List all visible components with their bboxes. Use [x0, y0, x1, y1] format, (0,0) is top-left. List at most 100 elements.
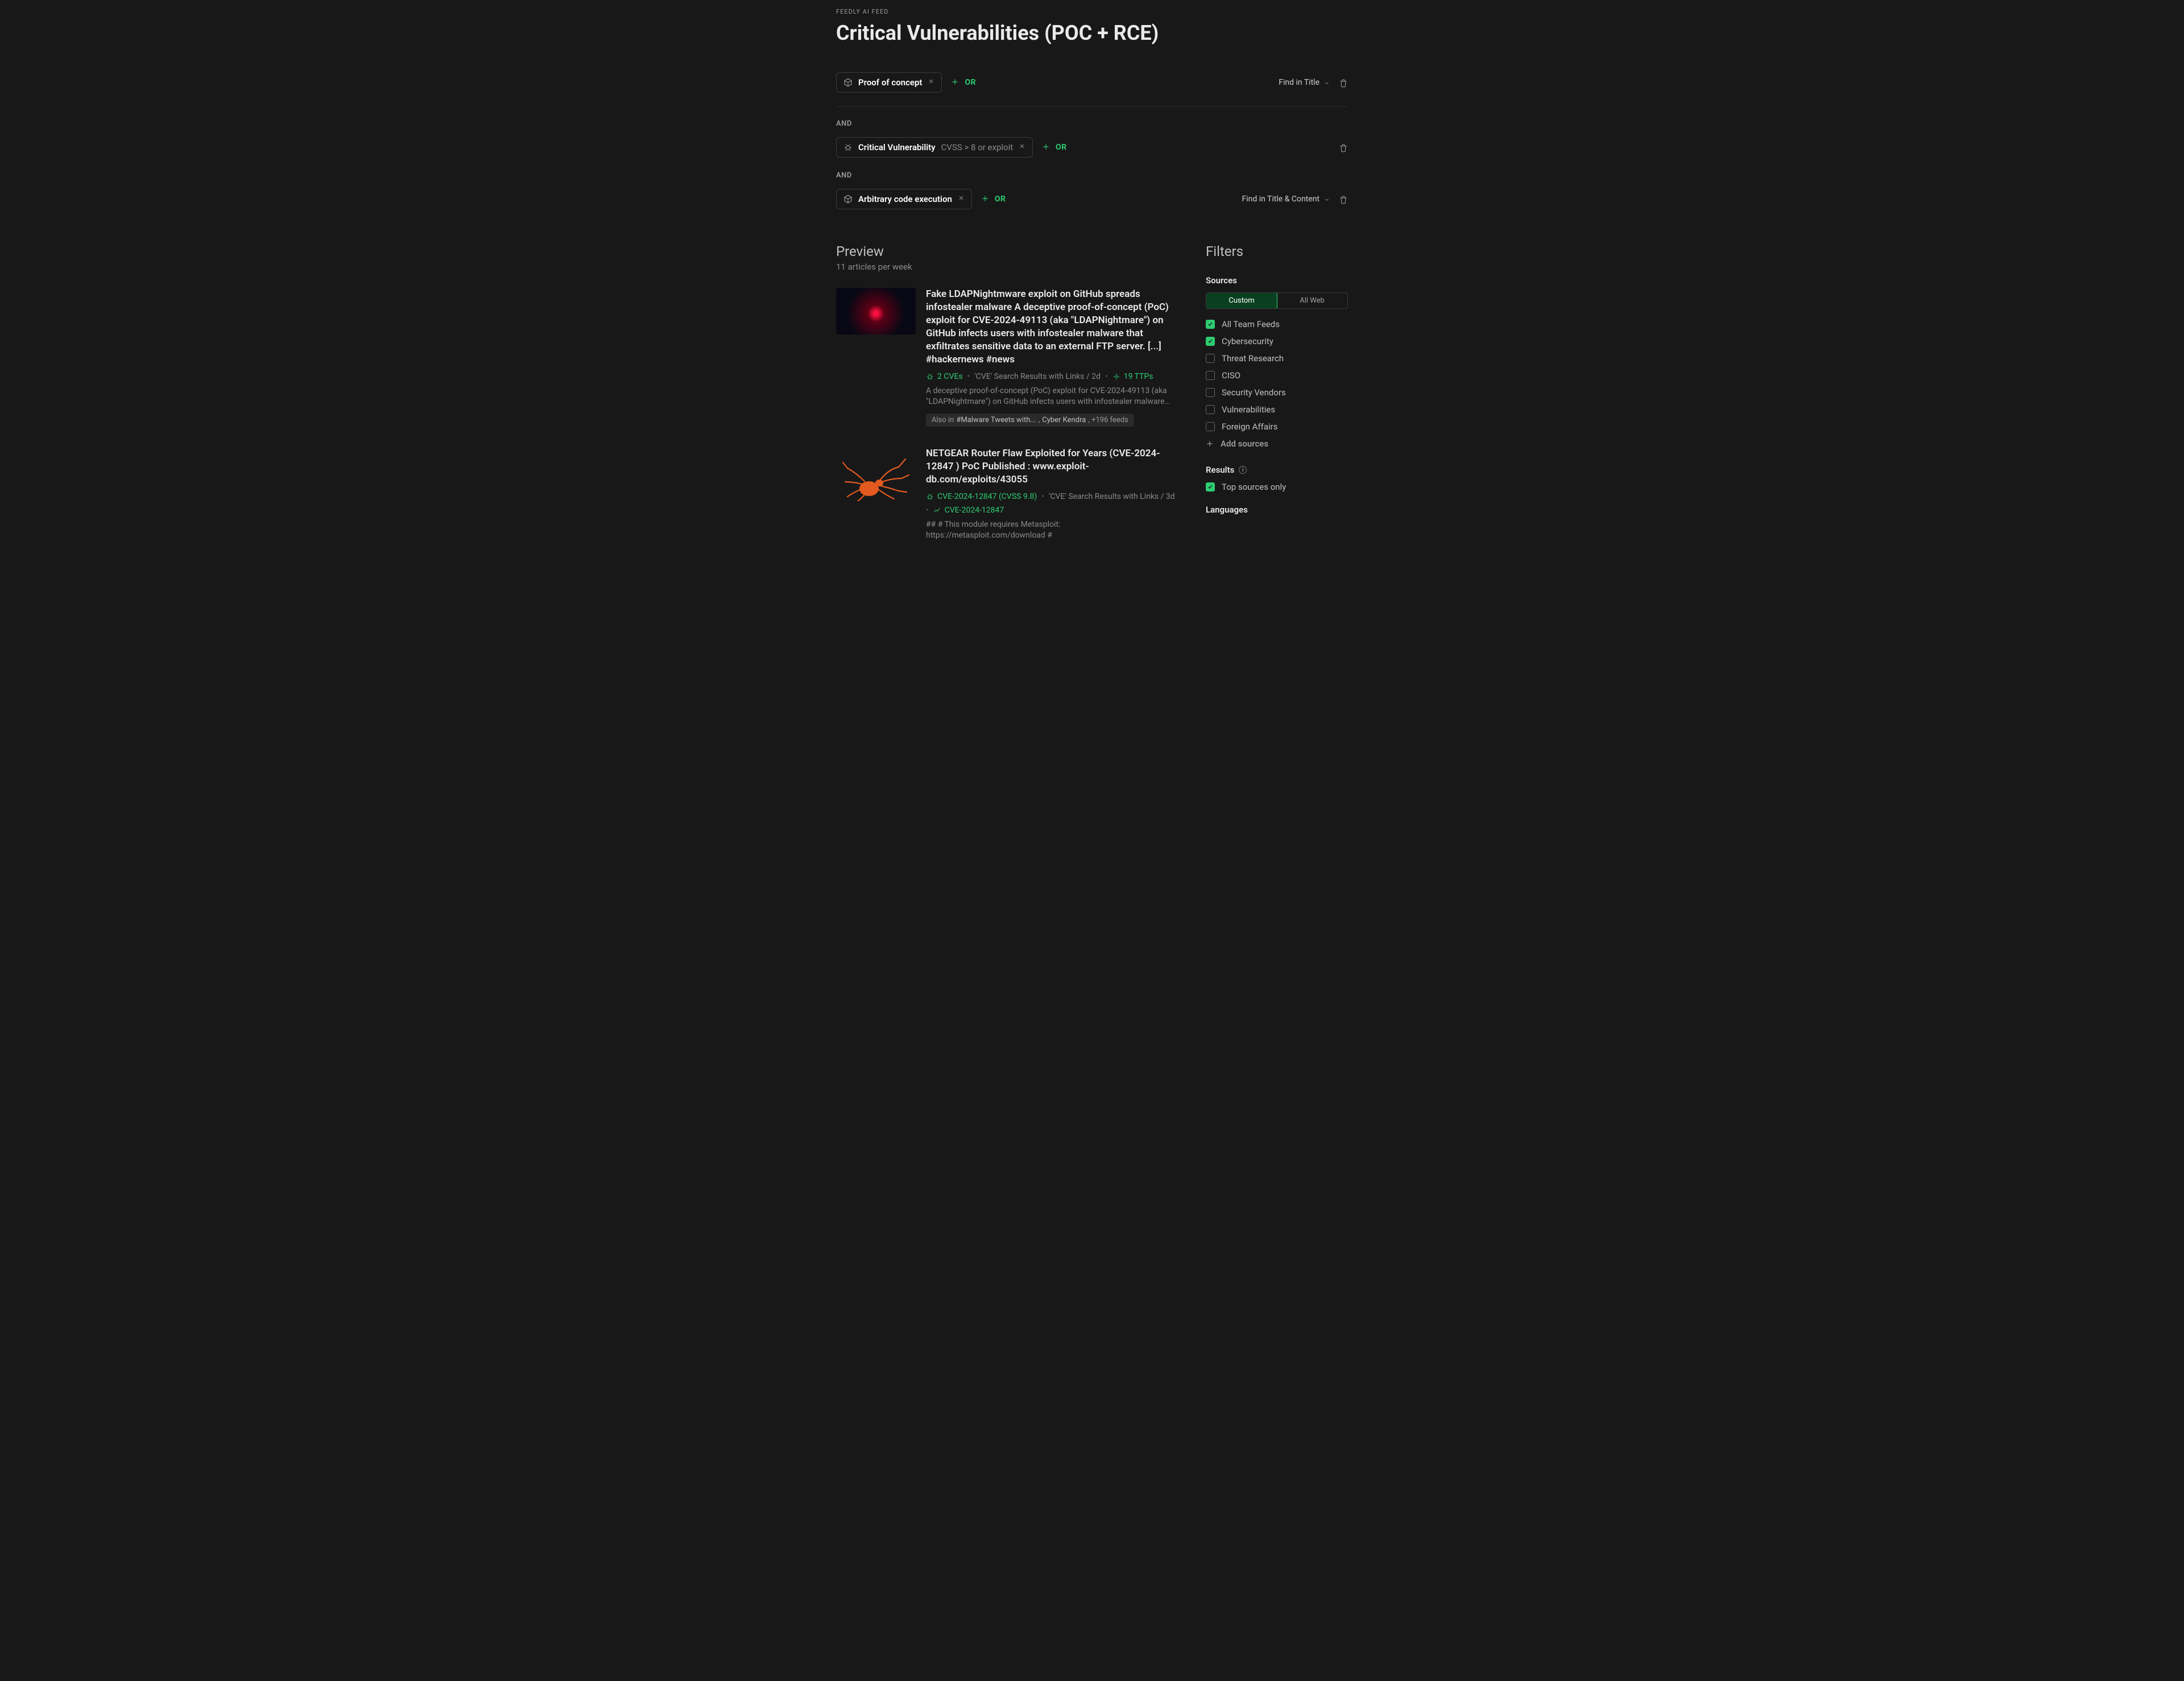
- results-heading: Results i: [1206, 465, 1348, 475]
- checkbox-label: Security Vendors: [1222, 387, 1286, 398]
- filter-pill-proof-of-concept[interactable]: Proof of concept: [836, 72, 942, 93]
- checkbox-label: All Team Feeds: [1222, 319, 1280, 329]
- or-button[interactable]: OR: [981, 194, 1006, 205]
- checkbox[interactable]: [1206, 371, 1215, 380]
- scope-dropdown[interactable]: Find in Title: [1279, 78, 1330, 87]
- or-label: OR: [995, 195, 1006, 204]
- query-row: Critical Vulnerability CVSS > 8 or explo…: [836, 137, 1348, 158]
- trash-icon[interactable]: [1339, 195, 1348, 204]
- or-label: OR: [965, 78, 976, 87]
- breadcrumb: FEEDLY AI FEED: [836, 8, 1348, 15]
- checkbox-label: Cybersecurity: [1222, 336, 1273, 346]
- article-source: 'CVE' Search Results with Links / 3d: [1049, 492, 1175, 501]
- checkbox[interactable]: [1206, 422, 1215, 431]
- article-meta: 2 CVEs • 'CVE' Search Results with Links…: [926, 372, 1178, 381]
- query-row-left: Proof of concept OR: [836, 72, 976, 93]
- and-connector: AND: [836, 106, 1348, 128]
- filter-pill-critical-vuln[interactable]: Critical Vulnerability CVSS > 8 or explo…: [836, 137, 1033, 158]
- checkbox[interactable]: [1206, 405, 1215, 414]
- article-excerpt: ## # This module requires Metasploit: ht…: [926, 519, 1178, 542]
- pill-label: Arbitrary code execution: [858, 194, 952, 204]
- scope-label: Find in Title & Content: [1242, 195, 1320, 204]
- article-card[interactable]: NETGEAR Router Flaw Exploited for Years …: [836, 447, 1178, 547]
- filters-heading: Filters: [1206, 243, 1348, 259]
- spider-icon: [842, 450, 910, 501]
- query-row: Proof of concept OR Find in Title: [836, 72, 1348, 93]
- checkbox-label: Foreign Affairs: [1222, 422, 1278, 432]
- checkbox-label: Vulnerabilities: [1222, 404, 1275, 415]
- or-label: OR: [1056, 143, 1067, 152]
- toggle-custom[interactable]: Custom: [1206, 292, 1277, 309]
- checkbox-row[interactable]: Top sources only: [1206, 482, 1348, 492]
- trend-icon: [933, 506, 941, 514]
- sources-heading: Sources: [1206, 275, 1348, 286]
- query-row-right: Find in Title: [1279, 78, 1348, 87]
- checkbox-label: Top sources only: [1222, 482, 1286, 492]
- checkbox[interactable]: [1206, 320, 1215, 329]
- preview-heading: Preview: [836, 243, 1178, 259]
- checkbox-row[interactable]: Security Vendors: [1206, 387, 1348, 398]
- article-thumbnail: [836, 288, 916, 334]
- article-also-in[interactable]: Also in #Malware Tweets with..., Cyber K…: [926, 414, 1134, 427]
- languages-heading: Languages: [1206, 505, 1348, 515]
- toggle-all-web[interactable]: All Web: [1277, 293, 1347, 308]
- checkbox[interactable]: [1206, 354, 1215, 363]
- plus-icon: [1042, 142, 1050, 153]
- ttp-badge[interactable]: 19 TTPs: [1112, 372, 1153, 381]
- scope-dropdown[interactable]: Find in Title & Content: [1242, 195, 1330, 204]
- plus-icon: [951, 77, 959, 88]
- cve-badge[interactable]: CVE-2024-12847 (CVSS 9.8): [926, 492, 1037, 501]
- checkbox-row[interactable]: Threat Research: [1206, 353, 1348, 364]
- plus-icon: [981, 194, 989, 205]
- checkbox-row[interactable]: Foreign Affairs: [1206, 422, 1348, 432]
- checkbox-row[interactable]: All Team Feeds: [1206, 319, 1348, 329]
- cube-icon: [843, 78, 853, 87]
- or-button[interactable]: OR: [1042, 142, 1067, 153]
- cve-trend-badge[interactable]: CVE-2024-12847: [933, 506, 1004, 515]
- article-card[interactable]: Fake LDAPNightmware exploit on GitHub sp…: [836, 288, 1178, 427]
- query-row-right: Find in Title & Content: [1242, 195, 1348, 204]
- article-meta: CVE-2024-12847 (CVSS 9.8) • 'CVE' Search…: [926, 492, 1178, 501]
- cube-icon: [843, 195, 853, 204]
- article-meta-2: • CVE-2024-12847: [926, 506, 1178, 515]
- pill-sublabel: CVSS > 8 or exploit: [941, 142, 1014, 152]
- query-row-right: [1339, 143, 1348, 152]
- checkbox[interactable]: [1206, 388, 1215, 397]
- checkbox-row[interactable]: Cybersecurity: [1206, 336, 1348, 346]
- chevron-down-icon: [1324, 196, 1330, 202]
- close-icon[interactable]: [928, 78, 934, 87]
- sources-toggle: Custom All Web: [1206, 292, 1348, 309]
- filter-pill-arbitrary-code[interactable]: Arbitrary code execution: [836, 189, 972, 209]
- preview-sub: 11 articles per week: [836, 262, 1178, 272]
- trash-icon[interactable]: [1339, 78, 1348, 87]
- page-title: Critical Vulnerabilities (POC + RCE): [836, 21, 1348, 45]
- article-excerpt: A deceptive proof-of-concept (PoC) explo…: [926, 386, 1178, 408]
- scope-label: Find in Title: [1279, 78, 1320, 87]
- checkbox[interactable]: [1206, 337, 1215, 346]
- checkbox-row[interactable]: CISO: [1206, 370, 1348, 381]
- cve-badge[interactable]: 2 CVEs: [926, 372, 963, 381]
- article-source: 'CVE' Search Results with Links / 2d: [974, 372, 1101, 381]
- bug-icon: [926, 373, 934, 381]
- article-title: Fake LDAPNightmware exploit on GitHub sp…: [926, 288, 1178, 366]
- checkbox[interactable]: [1206, 482, 1215, 492]
- target-icon: [1112, 373, 1120, 381]
- close-icon[interactable]: [1019, 143, 1025, 152]
- info-icon[interactable]: i: [1239, 466, 1247, 474]
- checkbox-label: Threat Research: [1222, 353, 1284, 364]
- add-sources-button[interactable]: Add sources: [1206, 439, 1348, 449]
- checkbox-row[interactable]: Vulnerabilities: [1206, 404, 1348, 415]
- close-icon[interactable]: [958, 195, 965, 204]
- pill-label: Critical Vulnerability: [858, 142, 936, 152]
- bug-icon: [926, 493, 934, 501]
- query-row-left: Arbitrary code execution OR: [836, 189, 1006, 209]
- article-thumbnail: [836, 447, 916, 504]
- or-button[interactable]: OR: [951, 77, 976, 88]
- bug-icon: [843, 143, 853, 152]
- query-row-left: Critical Vulnerability CVSS > 8 or explo…: [836, 137, 1067, 158]
- and-connector: AND: [836, 171, 1348, 180]
- pill-label: Proof of concept: [858, 77, 922, 88]
- chevron-down-icon: [1324, 80, 1330, 85]
- checkbox-label: CISO: [1222, 370, 1240, 381]
- trash-icon[interactable]: [1339, 143, 1348, 152]
